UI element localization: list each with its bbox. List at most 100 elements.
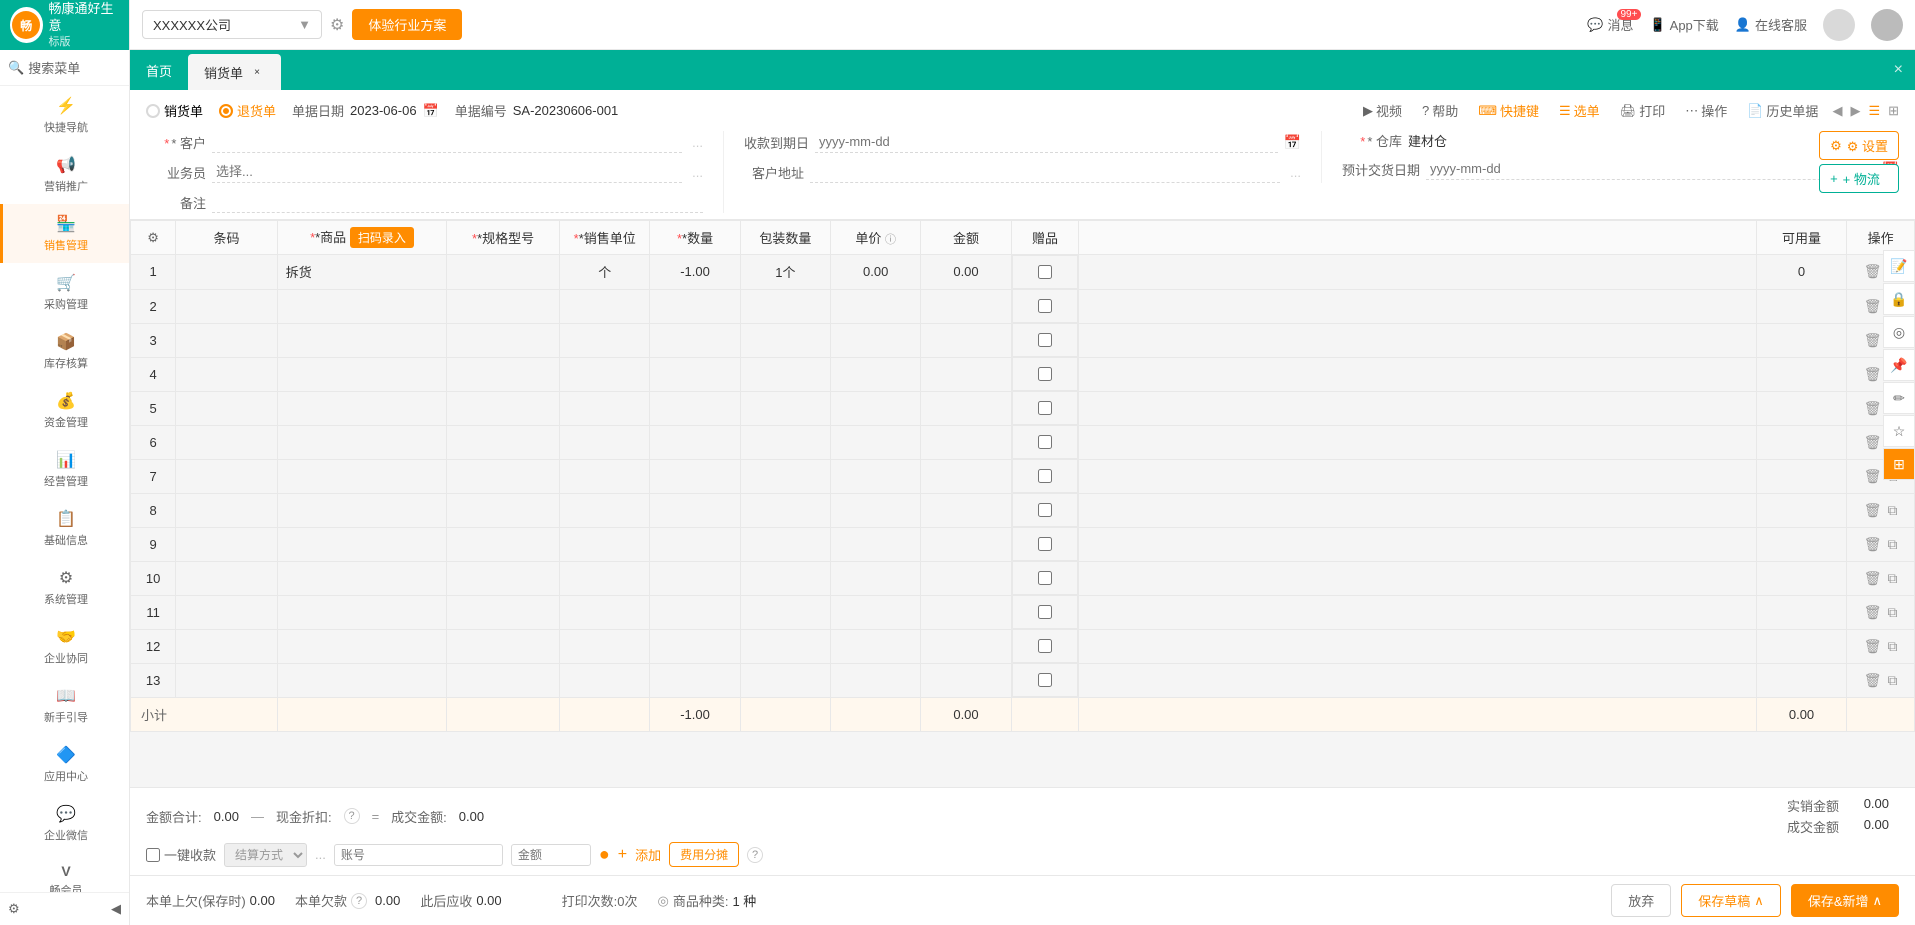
cell-gift[interactable] xyxy=(1012,425,1079,459)
delete-row-icon[interactable]: 🗑 xyxy=(1864,298,1882,315)
cell-barcode[interactable] xyxy=(176,459,278,493)
float-btn-orange[interactable]: ⊞ xyxy=(1883,448,1915,480)
delete-row-icon[interactable]: 🗑 xyxy=(1864,672,1882,689)
amount-input[interactable] xyxy=(511,844,591,866)
sidebar-item-wechat[interactable]: 💬 企业微信 xyxy=(0,794,129,853)
cell-gift[interactable] xyxy=(1012,493,1079,527)
delete-row-icon[interactable]: 🗑 xyxy=(1864,400,1882,417)
cell-gift[interactable] xyxy=(1012,595,1079,629)
cell-barcode[interactable] xyxy=(176,629,278,663)
float-btn-lock[interactable]: 🔒 xyxy=(1883,283,1915,315)
cell-qty[interactable]: -1.00 xyxy=(650,255,740,290)
settings-button[interactable]: ⚙ ⚙ 设置 xyxy=(1819,131,1899,160)
salesperson-input[interactable] xyxy=(212,161,682,183)
cell-qty[interactable] xyxy=(650,493,740,527)
help-circle-icon[interactable]: ? xyxy=(344,808,360,824)
float-btn-star[interactable]: ☆ xyxy=(1883,415,1915,447)
cell-goods[interactable]: 拆货 xyxy=(277,255,446,290)
cell-spec[interactable] xyxy=(447,357,560,391)
delivery-input[interactable] xyxy=(1426,158,1876,180)
cell-spec[interactable] xyxy=(447,595,560,629)
save-draft-button[interactable]: 保存草稿 ∧ xyxy=(1681,884,1781,917)
sidebar-item-guide[interactable]: 📖 新手引导 xyxy=(0,676,129,735)
trial-button[interactable]: 体验行业方案 xyxy=(352,9,462,40)
cell-barcode[interactable] xyxy=(176,561,278,595)
cell-barcode[interactable] xyxy=(176,425,278,459)
cell-qty[interactable] xyxy=(650,323,740,357)
sidebar-item-app-center[interactable]: 🔷 应用中心 xyxy=(0,735,129,794)
cell-goods[interactable] xyxy=(277,425,446,459)
cell-price[interactable] xyxy=(831,425,921,459)
account-input[interactable] xyxy=(334,844,503,866)
gift-checkbox[interactable] xyxy=(1038,265,1052,279)
cell-price[interactable] xyxy=(831,323,921,357)
cell-goods[interactable] xyxy=(277,527,446,561)
single-debt-help-icon[interactable]: ? xyxy=(351,893,367,909)
delete-row-icon[interactable]: 🗑 xyxy=(1864,536,1882,553)
cell-gift[interactable] xyxy=(1012,629,1079,663)
cell-qty[interactable] xyxy=(650,561,740,595)
toolbar-help-btn[interactable]: ? 帮助 xyxy=(1416,98,1464,123)
customer-addr-more-icon[interactable]: ... xyxy=(1290,165,1301,180)
delete-row-icon[interactable]: 🗑 xyxy=(1864,502,1882,519)
cell-spec[interactable] xyxy=(447,493,560,527)
salesperson-more-icon[interactable]: ... xyxy=(692,165,703,180)
customer-more-icon[interactable]: ... xyxy=(692,135,703,150)
gift-checkbox[interactable] xyxy=(1038,401,1052,415)
cell-barcode[interactable] xyxy=(176,595,278,629)
cell-qty[interactable] xyxy=(650,459,740,493)
copy-row-icon[interactable]: ⧉ xyxy=(1887,502,1897,519)
view-list-icon[interactable]: ☰ xyxy=(1868,103,1880,119)
app-download-btn[interactable]: 📱 App下载 xyxy=(1649,15,1718,34)
toolbar-video-btn[interactable]: ▶ 视频 xyxy=(1357,98,1408,123)
add-payment-button[interactable]: ● xyxy=(599,844,610,865)
delete-row-icon[interactable]: 🗑 xyxy=(1864,638,1882,655)
cell-price[interactable] xyxy=(831,663,921,698)
gift-checkbox[interactable] xyxy=(1038,469,1052,483)
cell-gift[interactable] xyxy=(1012,255,1079,289)
gift-checkbox[interactable] xyxy=(1038,333,1052,347)
cell-price[interactable] xyxy=(831,629,921,663)
tab-home[interactable]: 首页 xyxy=(130,50,188,90)
delete-row-icon[interactable]: 🗑 xyxy=(1864,332,1882,349)
cell-barcode[interactable] xyxy=(176,323,278,357)
nav-prev-icon[interactable]: ◀ xyxy=(1832,103,1842,119)
sidebar-settings-icon[interactable]: ⚙ xyxy=(8,901,20,917)
messages-badge[interactable]: 💬 消息 99+ xyxy=(1587,15,1633,34)
expense-split-button[interactable]: 费用分摊 xyxy=(669,842,739,867)
sidebar-collapse-icon[interactable]: ◀ xyxy=(111,901,121,917)
gift-checkbox[interactable] xyxy=(1038,605,1052,619)
cell-gift[interactable] xyxy=(1012,527,1079,561)
sidebar-item-quick-nav[interactable]: ⚡ 快捷导航 xyxy=(0,86,129,145)
notes-input[interactable] xyxy=(212,191,703,213)
sidebar-item-sales[interactable]: 🏪 销售管理 xyxy=(0,204,129,263)
toolbar-select-btn[interactable]: ☰ 选单 xyxy=(1553,98,1606,123)
sidebar-item-basic-info[interactable]: 📋 基础信息 xyxy=(0,499,129,558)
copy-row-icon[interactable]: ⧉ xyxy=(1887,638,1897,655)
settlement-method-select[interactable]: 结算方式 xyxy=(224,843,307,867)
customer-input[interactable] xyxy=(212,131,682,153)
cell-price[interactable] xyxy=(831,561,921,595)
sidebar-item-management[interactable]: 📊 经营管理 xyxy=(0,440,129,499)
cell-goods[interactable] xyxy=(277,493,446,527)
cell-gift[interactable] xyxy=(1012,323,1079,357)
gift-checkbox[interactable] xyxy=(1038,367,1052,381)
cell-spec[interactable] xyxy=(447,561,560,595)
sidebar-item-system[interactable]: ⚙ 系统管理 xyxy=(0,558,129,617)
cell-gift[interactable] xyxy=(1012,663,1079,697)
one-click-pay-checkbox[interactable]: 一键收款 xyxy=(146,845,216,864)
toolbar-shortcut-btn[interactable]: ⌨ 快捷键 xyxy=(1472,98,1545,123)
cell-gift[interactable] xyxy=(1012,459,1079,493)
sidebar-item-purchase[interactable]: 🛒 采购管理 xyxy=(0,263,129,322)
cell-goods[interactable] xyxy=(277,595,446,629)
delete-row-icon[interactable]: 🗑 xyxy=(1864,434,1882,451)
sidebar-item-enterprise[interactable]: 🤝 企业协同 xyxy=(0,617,129,676)
sidebar-item-inventory[interactable]: 📦 库存核算 xyxy=(0,322,129,381)
add-payment-icon[interactable]: + xyxy=(618,846,627,864)
cell-qty[interactable] xyxy=(650,663,740,698)
cell-price[interactable] xyxy=(831,595,921,629)
cell-goods[interactable] xyxy=(277,629,446,663)
cell-goods[interactable] xyxy=(277,289,446,323)
tab-close-all-icon[interactable]: × xyxy=(1894,61,1903,78)
cell-barcode[interactable] xyxy=(176,255,278,290)
